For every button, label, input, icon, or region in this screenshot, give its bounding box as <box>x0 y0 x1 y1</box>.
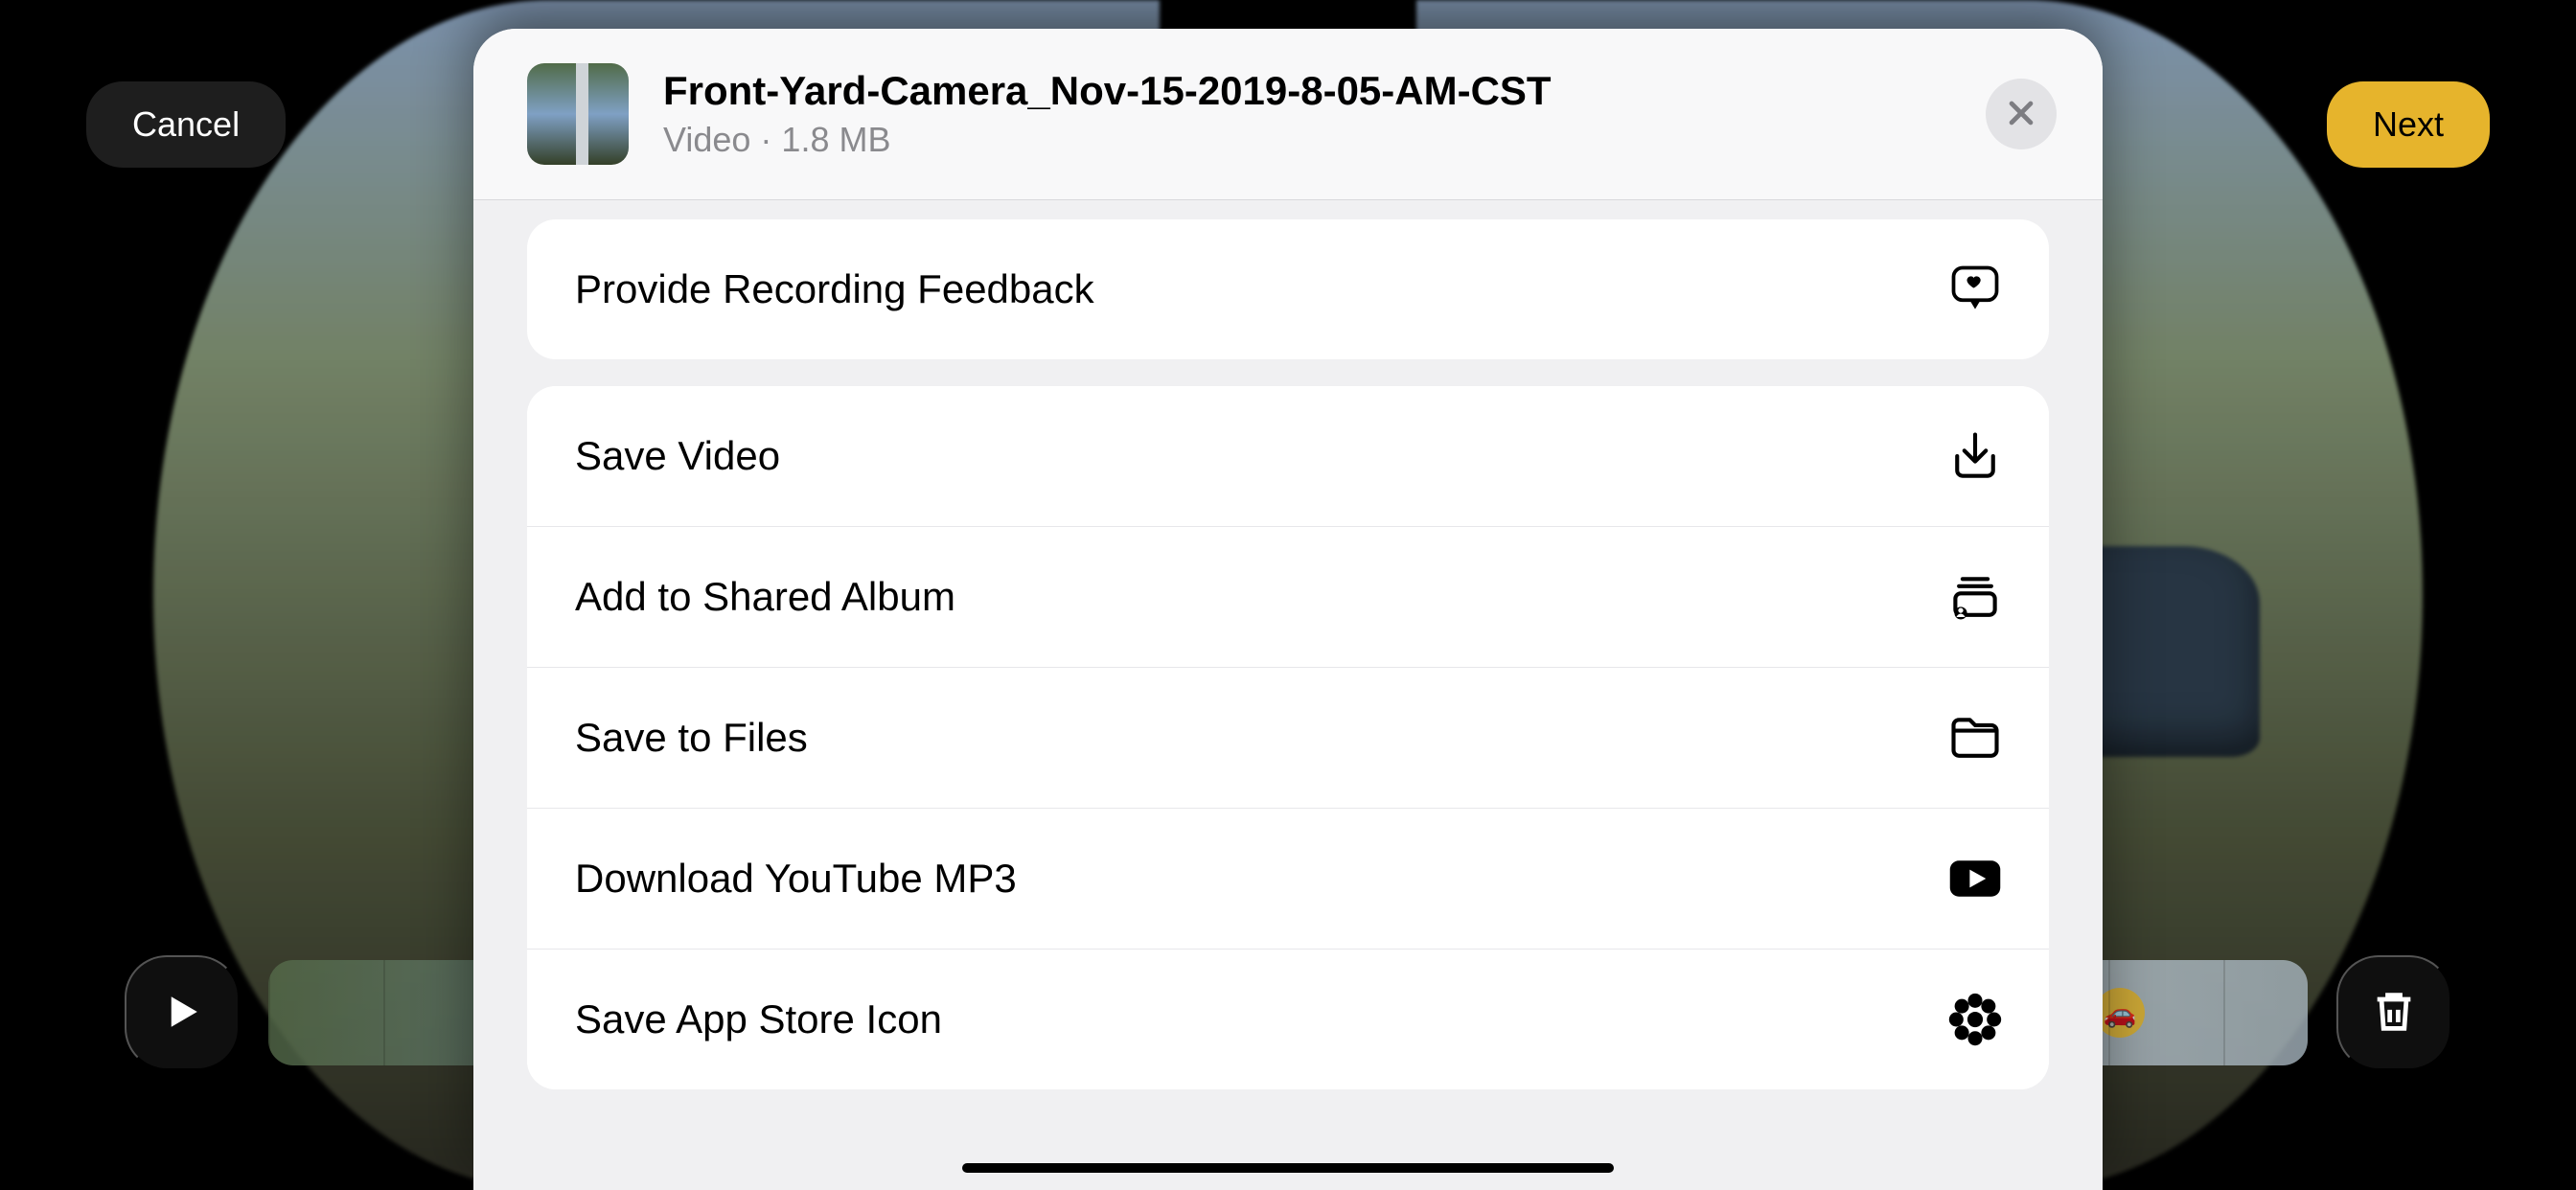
play-icon <box>156 986 208 1041</box>
next-label: Next <box>2373 104 2444 145</box>
close-icon <box>2005 97 2037 132</box>
trash-icon <box>2369 987 2419 1040</box>
action-label: Add to Shared Album <box>575 574 955 620</box>
shared-album-icon <box>1945 567 2005 627</box>
action-save-video[interactable]: Save Video <box>527 386 2049 526</box>
action-provide-feedback[interactable]: Provide Recording Feedback <box>527 219 2049 359</box>
file-title: Front-Yard-Camera_Nov-15-2019-8-05-AM-CS… <box>663 68 1951 114</box>
file-info: Front-Yard-Camera_Nov-15-2019-8-05-AM-CS… <box>663 68 1951 160</box>
action-group-main: Save Video Add to Shared Album <box>527 386 2049 1089</box>
close-button[interactable] <box>1986 79 2057 149</box>
flower-icon <box>1945 990 2005 1049</box>
file-subtitle: Video · 1.8 MB <box>663 120 1951 160</box>
action-save-to-files[interactable]: Save to Files <box>527 667 2049 808</box>
play-button[interactable] <box>125 955 240 1070</box>
action-download-youtube-mp3[interactable]: Download YouTube MP3 <box>527 808 2049 949</box>
share-sheet: Front-Yard-Camera_Nov-15-2019-8-05-AM-CS… <box>473 29 2103 1190</box>
cancel-label: Cancel <box>132 104 240 145</box>
share-sheet-header: Front-Yard-Camera_Nov-15-2019-8-05-AM-CS… <box>473 29 2103 200</box>
folder-icon <box>1945 708 2005 767</box>
home-indicator[interactable] <box>962 1163 1614 1173</box>
file-thumbnail <box>527 63 629 165</box>
action-group-feedback: Provide Recording Feedback <box>527 219 2049 359</box>
car-icon: 🚗 <box>2104 997 2137 1029</box>
share-sheet-body[interactable]: Provide Recording Feedback Save Video <box>473 200 2103 1190</box>
action-add-shared-album[interactable]: Add to Shared Album <box>527 526 2049 667</box>
cancel-button[interactable]: Cancel <box>86 81 286 168</box>
download-tray-icon <box>1945 426 2005 486</box>
action-label: Save Video <box>575 433 780 479</box>
youtube-play-icon <box>1945 849 2005 908</box>
action-label: Save App Store Icon <box>575 996 942 1042</box>
apple-feedback-bubble-icon <box>1945 260 2005 319</box>
action-save-app-store-icon[interactable]: Save App Store Icon <box>527 949 2049 1089</box>
action-label: Download YouTube MP3 <box>575 856 1017 902</box>
next-button[interactable]: Next <box>2327 81 2490 168</box>
action-label: Save to Files <box>575 715 808 761</box>
action-label: Provide Recording Feedback <box>575 266 1094 312</box>
delete-button[interactable] <box>2336 955 2451 1070</box>
